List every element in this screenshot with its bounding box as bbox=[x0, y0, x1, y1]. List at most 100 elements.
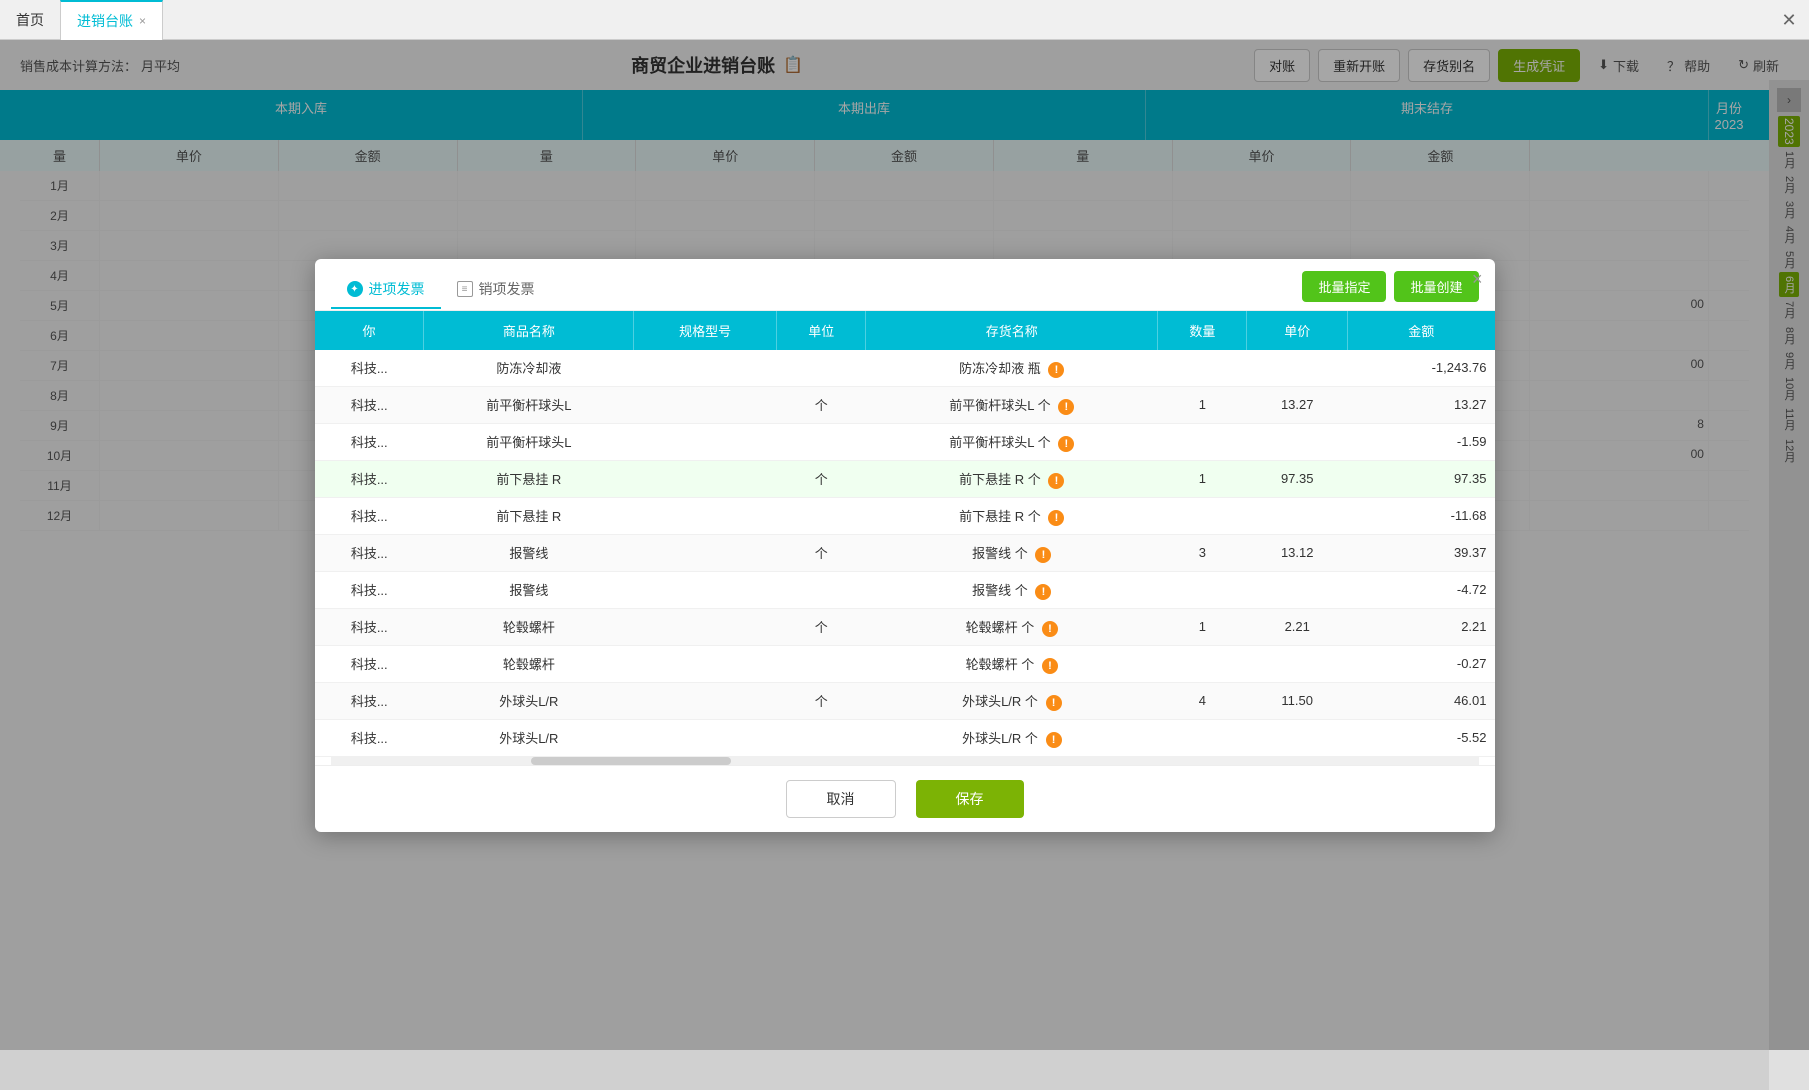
cell-amount: -5.52 bbox=[1348, 719, 1495, 756]
cell-unit bbox=[777, 571, 866, 608]
th-company: 你 bbox=[315, 311, 424, 350]
cell-amount: -1.59 bbox=[1348, 423, 1495, 460]
warning-icon: ! bbox=[1058, 436, 1074, 452]
cell-product: 报警线 bbox=[424, 534, 634, 571]
cell-amount: 39.37 bbox=[1348, 534, 1495, 571]
warning-icon: ! bbox=[1048, 510, 1064, 526]
cell-inventory: 轮毂螺杆 个 ! bbox=[866, 608, 1158, 645]
tab-home[interactable]: 首页 bbox=[0, 0, 60, 40]
cell-unit-price bbox=[1247, 350, 1348, 387]
cell-quantity bbox=[1158, 350, 1247, 387]
window-close-button[interactable]: ✕ bbox=[1769, 0, 1809, 40]
modal-table: 你 商品名称 规格型号 单位 存货名称 数量 单价 金额 科技... 防冻冷却液 bbox=[315, 311, 1495, 757]
cell-product: 轮毂螺杆 bbox=[424, 645, 634, 682]
cell-quantity: 3 bbox=[1158, 534, 1247, 571]
sales-tab-label: 销项发票 bbox=[479, 279, 535, 299]
cell-amount: 46.01 bbox=[1348, 682, 1495, 719]
table-row: 科技... 外球头L/R 个 外球头L/R 个 ! 4 11.50 46.01 bbox=[315, 682, 1495, 719]
cancel-button[interactable]: 取消 bbox=[786, 780, 896, 818]
th-unit-price: 单价 bbox=[1247, 311, 1348, 350]
cell-spec bbox=[634, 571, 777, 608]
cell-spec bbox=[634, 350, 777, 387]
cell-unit bbox=[777, 350, 866, 387]
cell-unit-price bbox=[1247, 719, 1348, 756]
table-row: 科技... 前下悬挂 R 前下悬挂 R 个 ! -11.68 bbox=[315, 497, 1495, 534]
cell-quantity bbox=[1158, 423, 1247, 460]
cell-quantity bbox=[1158, 497, 1247, 534]
cell-spec bbox=[634, 645, 777, 682]
table-row: 科技... 外球头L/R 外球头L/R 个 ! -5.52 bbox=[315, 719, 1495, 756]
warning-icon: ! bbox=[1035, 547, 1051, 563]
save-button[interactable]: 保存 bbox=[916, 780, 1024, 818]
cell-unit-price bbox=[1247, 423, 1348, 460]
cell-product: 外球头L/R bbox=[424, 682, 634, 719]
cell-product: 外球头L/R bbox=[424, 719, 634, 756]
cell-product: 轮毂螺杆 bbox=[424, 608, 634, 645]
cell-spec bbox=[634, 386, 777, 423]
cell-spec bbox=[634, 682, 777, 719]
cell-amount: 97.35 bbox=[1348, 460, 1495, 497]
tab-home-label: 首页 bbox=[16, 10, 44, 30]
warning-icon: ! bbox=[1058, 399, 1074, 415]
tab-sales-invoice[interactable]: ≡ 销项发票 bbox=[441, 271, 551, 309]
cell-quantity: 1 bbox=[1158, 608, 1247, 645]
cell-unit: 个 bbox=[777, 386, 866, 423]
cell-inventory: 外球头L/R 个 ! bbox=[866, 719, 1158, 756]
cell-unit bbox=[777, 719, 866, 756]
cell-quantity bbox=[1158, 645, 1247, 682]
table-row: 科技... 报警线 个 报警线 个 ! 3 13.12 39.37 bbox=[315, 534, 1495, 571]
modal-header: ✦ 进项发票 ≡ 销项发票 批量指定 批量创建 × bbox=[315, 259, 1495, 311]
cell-unit-price: 13.27 bbox=[1247, 386, 1348, 423]
cell-company: 科技... bbox=[315, 350, 424, 387]
tab-purchase-invoice[interactable]: ✦ 进项发票 bbox=[331, 271, 441, 309]
cell-company: 科技... bbox=[315, 386, 424, 423]
cell-amount: 13.27 bbox=[1348, 386, 1495, 423]
cell-unit-price: 97.35 bbox=[1247, 460, 1348, 497]
cell-inventory: 前下悬挂 R 个 ! bbox=[866, 497, 1158, 534]
cell-amount: -11.68 bbox=[1348, 497, 1495, 534]
modal-dialog: ✦ 进项发票 ≡ 销项发票 批量指定 批量创建 × 你 bbox=[315, 259, 1495, 832]
batch-assign-button[interactable]: 批量指定 bbox=[1302, 271, 1386, 302]
cell-inventory: 轮毂螺杆 个 ! bbox=[866, 645, 1158, 682]
cell-spec bbox=[634, 460, 777, 497]
cell-inventory: 前平衡杆球头L 个 ! bbox=[866, 423, 1158, 460]
purchase-tab-label: 进项发票 bbox=[369, 279, 425, 299]
th-inventory: 存货名称 bbox=[866, 311, 1158, 350]
cell-company: 科技... bbox=[315, 682, 424, 719]
th-spec: 规格型号 bbox=[634, 311, 777, 350]
cell-amount: -4.72 bbox=[1348, 571, 1495, 608]
th-product-name: 商品名称 bbox=[424, 311, 634, 350]
tab-close-icon[interactable]: × bbox=[139, 14, 146, 28]
cell-product: 前平衡杆球头L bbox=[424, 423, 634, 460]
cell-product: 前平衡杆球头L bbox=[424, 386, 634, 423]
cell-product: 前下悬挂 R bbox=[424, 497, 634, 534]
cell-unit: 个 bbox=[777, 460, 866, 497]
cell-unit-price: 13.12 bbox=[1247, 534, 1348, 571]
table-row: 科技... 前平衡杆球头L 前平衡杆球头L 个 ! -1.59 bbox=[315, 423, 1495, 460]
cell-spec bbox=[634, 423, 777, 460]
cell-company: 科技... bbox=[315, 534, 424, 571]
cell-amount: -0.27 bbox=[1348, 645, 1495, 682]
cell-spec bbox=[634, 719, 777, 756]
cell-spec bbox=[634, 534, 777, 571]
cell-unit-price: 11.50 bbox=[1247, 682, 1348, 719]
modal-close-button[interactable]: × bbox=[1472, 269, 1483, 290]
cell-quantity bbox=[1158, 571, 1247, 608]
table-row: 科技... 前下悬挂 R 个 前下悬挂 R 个 ! 1 97.35 97.35 bbox=[315, 460, 1495, 497]
cell-quantity bbox=[1158, 719, 1247, 756]
cell-company: 科技... bbox=[315, 645, 424, 682]
batch-create-button[interactable]: 批量创建 bbox=[1394, 271, 1478, 302]
cell-quantity: 1 bbox=[1158, 386, 1247, 423]
modal-scrollbar-thumb[interactable] bbox=[531, 757, 731, 765]
table-row: 科技... 轮毂螺杆 轮毂螺杆 个 ! -0.27 bbox=[315, 645, 1495, 682]
cell-unit: 个 bbox=[777, 534, 866, 571]
modal-footer: 取消 保存 bbox=[315, 765, 1495, 832]
modal-table-container[interactable]: 你 商品名称 规格型号 单位 存货名称 数量 单价 金额 科技... 防冻冷却液 bbox=[315, 311, 1495, 757]
modal-scrollbar[interactable] bbox=[331, 757, 1479, 765]
warning-icon: ! bbox=[1042, 658, 1058, 674]
tab-active[interactable]: 进销台账 × bbox=[60, 0, 163, 40]
table-row: 科技... 前平衡杆球头L 个 前平衡杆球头L 个 ! 1 13.27 13.2… bbox=[315, 386, 1495, 423]
modal-table-body: 科技... 防冻冷却液 防冻冷却液 瓶 ! -1,243.76 科技... 前平… bbox=[315, 350, 1495, 757]
cell-unit-price: 2.21 bbox=[1247, 608, 1348, 645]
warning-icon: ! bbox=[1042, 621, 1058, 637]
